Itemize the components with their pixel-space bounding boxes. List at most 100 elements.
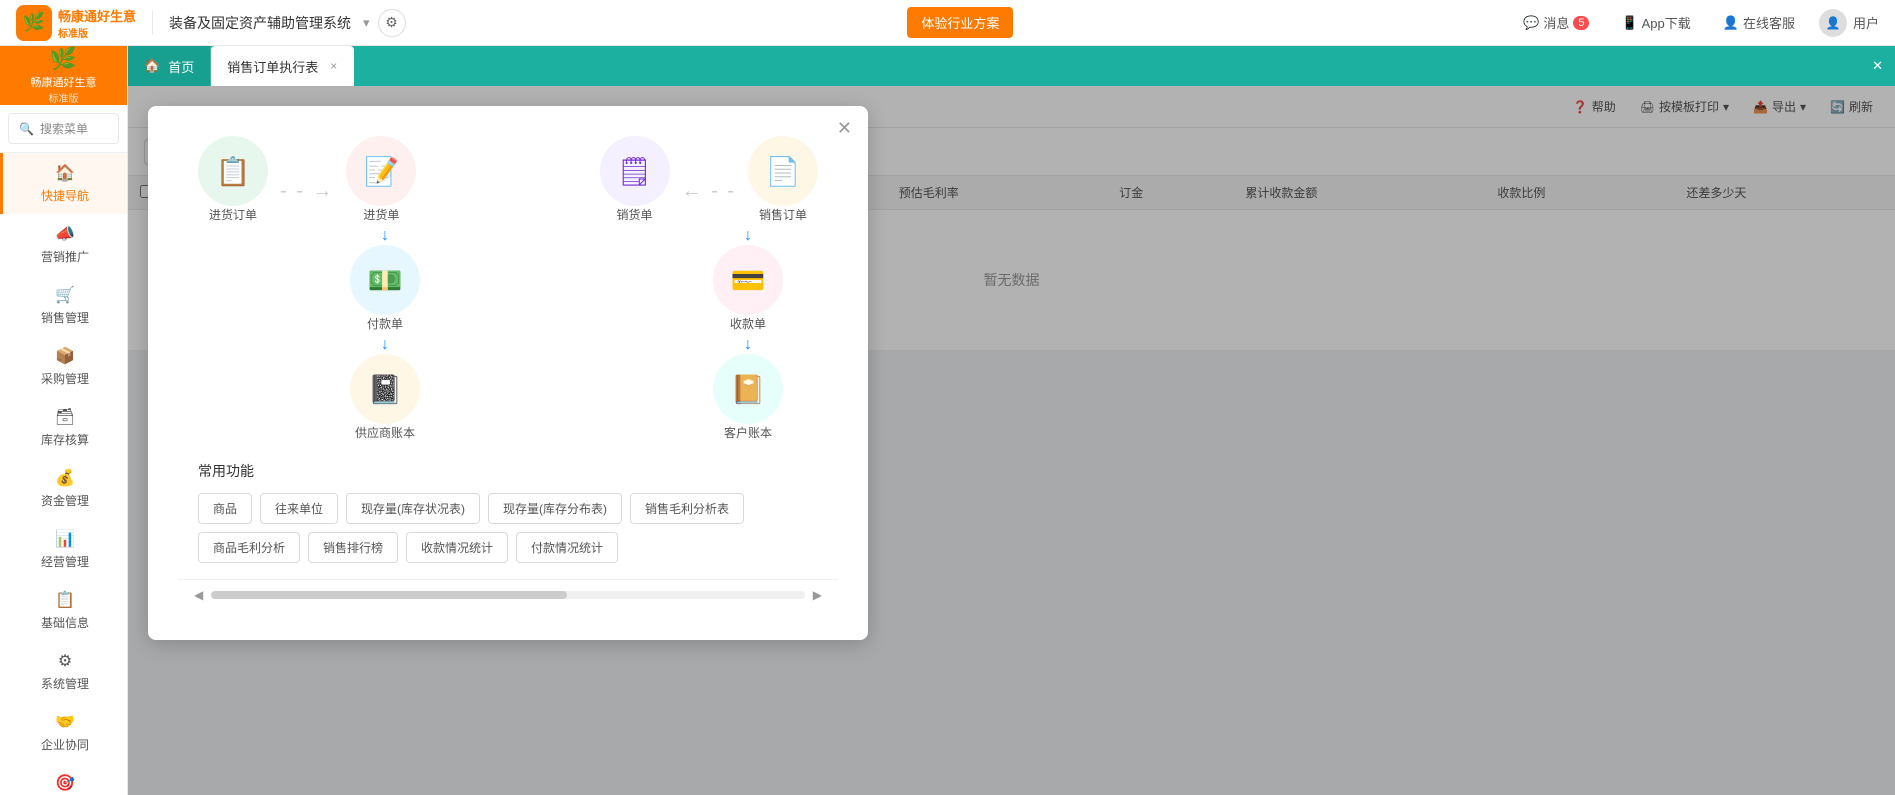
settings-icon[interactable]: ⚙ <box>378 9 406 37</box>
sidebar-item-purchase[interactable]: 📦 采购管理 <box>0 336 127 397</box>
scroll-thumb[interactable] <box>211 591 567 599</box>
sidebar-nav: 🏠 快捷导航 📣 营销推广 🛒 销售管理 📦 采购管理 🗃 库存核算 💰 资金管… <box>0 153 127 795</box>
finance-label: 资金管理 <box>41 492 89 509</box>
online-service-btn[interactable]: 👤 在线客服 <box>1715 9 1803 36</box>
flow-item-sales-bill[interactable]: 🗒 销货单 <box>600 136 670 223</box>
arrow-1-icon: - - → <box>268 180 346 223</box>
flow-col-left: 💵 付款单 <box>350 245 420 332</box>
func-btn-8[interactable]: 付款情况统计 <box>516 532 618 563</box>
quick-nav-label: 快捷导航 <box>41 187 89 204</box>
flow-label-sales-bill: 销货单 <box>617 206 653 223</box>
tab-sales-order[interactable]: 销售订单执行表 × <box>211 46 354 86</box>
sidebar-item-basic[interactable]: 📋 基础信息 <box>0 580 127 641</box>
down-arrow-receipt: ↓ <box>713 336 783 354</box>
home-icon: 🏠 <box>144 58 160 74</box>
tab-home[interactable]: 🏠 首页 <box>128 46 211 86</box>
func-btn-5[interactable]: 商品毛利分析 <box>198 532 300 563</box>
func-btn-7[interactable]: 收款情况统计 <box>406 532 508 563</box>
sidebar-search-button[interactable]: 🔍 搜索菜单 <box>8 113 119 144</box>
tab-home-label: 首页 <box>168 57 194 76</box>
arrow-dashed-left: ← - - <box>682 180 736 203</box>
sidebar-item-newbie[interactable]: 🎯 新手引导 <box>0 763 127 795</box>
dialog-overlay[interactable]: ✕ 📋 进货订单 <box>128 86 1895 795</box>
app-container: 🌿 畅康通好生意 标准版 装备及固定资产辅助管理系统 ▾ ⚙ 体验行业方案 💬 … <box>0 0 1895 795</box>
user-area[interactable]: 👤 用户 <box>1819 9 1879 37</box>
flow-row3: 📓 供应商账本 📔 <box>198 354 818 441</box>
app-download-btn[interactable]: 📱 App下载 <box>1613 9 1698 36</box>
app-sub: 标准版 <box>58 25 136 40</box>
sidebar-item-finance[interactable]: 💰 资金管理 <box>0 458 127 519</box>
search-label: 搜索菜单 <box>40 120 88 137</box>
func-btn-1[interactable]: 往来单位 <box>260 493 338 524</box>
purchase-bill-icon: 📝 <box>364 155 399 188</box>
flow-circle-sales-order: 📄 <box>748 136 818 206</box>
experience-btn-area: 体验行业方案 <box>907 7 1013 38</box>
service-icon: 👤 <box>1723 15 1739 31</box>
system-icon: ⚙ <box>58 651 72 671</box>
sidebar-item-sales[interactable]: 🛒 销售管理 <box>0 275 127 336</box>
flow-item-payment[interactable]: 💵 付款单 <box>350 245 420 332</box>
common-title: 常用功能 <box>198 461 818 481</box>
flow-circle-customer: 📔 <box>713 354 783 424</box>
func-btn-0[interactable]: 商品 <box>198 493 252 524</box>
tab-bar: 🏠 首页 销售订单执行表 × ✕ <box>128 46 1895 86</box>
flow-label-purchase-order: 进货订单 <box>209 206 257 223</box>
purchase-label: 采购管理 <box>41 370 89 387</box>
finance-icon: 💰 <box>55 468 75 488</box>
func-btn-6[interactable]: 销售排行榜 <box>308 532 398 563</box>
sales-order-icon: 📄 <box>766 155 801 188</box>
flow-row2: 💵 付款单 💳 <box>198 245 818 332</box>
down-arrow-payment: ↓ <box>350 336 420 354</box>
tab-close-icon[interactable]: × <box>330 59 337 73</box>
flow-item-purchase-bill[interactable]: 📝 进货单 <box>346 136 416 223</box>
scroll-right-icon[interactable]: ▶ <box>813 588 822 602</box>
flow-col-right: 💳 收款单 <box>713 245 783 332</box>
download-icon: 📱 <box>1621 15 1637 31</box>
operations-icon: 📊 <box>55 529 75 549</box>
message-badge: 5 <box>1573 16 1589 30</box>
sidebar-search-area: 🔍 搜索菜单 <box>0 105 127 153</box>
flow-label-sales-order: 销售订单 <box>759 206 807 223</box>
customer-ledger-icon: 📔 <box>731 373 766 406</box>
experience-button[interactable]: 体验行业方案 <box>907 7 1013 38</box>
flow-label-customer: 客户账本 <box>724 424 772 441</box>
sidebar-item-enterprise[interactable]: 🤝 企业协同 <box>0 702 127 763</box>
func-btn-2[interactable]: 现存量(库存状况表) <box>346 493 480 524</box>
flow-item-customer-ledger[interactable]: 📔 客户账本 <box>713 354 783 441</box>
row2-spacer <box>420 245 713 332</box>
enterprise-label: 企业协同 <box>41 736 89 753</box>
top-bar-right: 💬 消息 5 📱 App下载 👤 在线客服 👤 用户 <box>1515 9 1879 37</box>
sidebar-item-quick-nav[interactable]: 🏠 快捷导航 <box>0 153 127 214</box>
sidebar-item-marketing[interactable]: 📣 营销推广 <box>0 214 127 275</box>
operations-label: 经营管理 <box>41 553 89 570</box>
flow-item-receipt[interactable]: 💳 收款单 <box>713 245 783 332</box>
top-bar: 🌿 畅康通好生意 标准版 装备及固定资产辅助管理系统 ▾ ⚙ 体验行业方案 💬 … <box>0 0 1895 46</box>
tab-spacer <box>354 46 1860 86</box>
inventory-icon: 🗃 <box>55 407 75 427</box>
down-arrows-row2: ↓ ↓ <box>198 336 818 354</box>
sidebar-item-inventory[interactable]: 🗃 库存核算 <box>0 397 127 458</box>
sidebar-item-system[interactable]: ⚙ 系统管理 <box>0 641 127 702</box>
content-body: ❓ 帮助 🖨 按模板打印 ▾ 📤 导出 ▾ 🔄 <box>128 86 1895 795</box>
func-btn-3[interactable]: 现存量(库存分布表) <box>488 493 622 524</box>
func-btn-4[interactable]: 销售毛利分析表 <box>630 493 744 524</box>
logo-area: 🌿 畅康通好生意 标准版 <box>16 5 136 41</box>
purchase-order-icon: 📋 <box>216 155 251 188</box>
flow-col-right3: 📔 客户账本 <box>713 354 783 441</box>
close-all-btn[interactable]: ✕ <box>1860 46 1895 86</box>
scroll-indicator: ◀ ▶ <box>178 579 838 610</box>
dropdown-arrow-icon[interactable]: ▾ <box>363 15 370 31</box>
flow-item-purchase-order[interactable]: 📋 进货订单 <box>198 136 268 223</box>
func-buttons: 商品往来单位现存量(库存状况表) 现存量(库存分布表) 销售毛利分析表商品毛利分析销… <box>198 493 818 563</box>
sidebar-logo: 🌿 畅康通好生意 标准版 <box>0 46 127 105</box>
scroll-left-icon[interactable]: ◀ <box>194 588 203 602</box>
message-btn[interactable]: 💬 消息 5 <box>1515 9 1597 36</box>
sidebar-item-operations[interactable]: 📊 经营管理 <box>0 519 127 580</box>
flow-section: 📋 进货订单 - - → <box>178 136 838 441</box>
purchase-icon: 📦 <box>55 346 75 366</box>
flow-item-supplier-ledger[interactable]: 📓 供应商账本 <box>350 354 420 441</box>
dialog-close-btn[interactable]: ✕ <box>837 118 852 139</box>
sidebar-logo-sub: 标准版 <box>49 90 79 105</box>
flow-item-sales-order-node[interactable]: 📄 销售订单 <box>748 136 818 223</box>
quick-nav-dialog: ✕ 📋 进货订单 <box>148 106 868 640</box>
